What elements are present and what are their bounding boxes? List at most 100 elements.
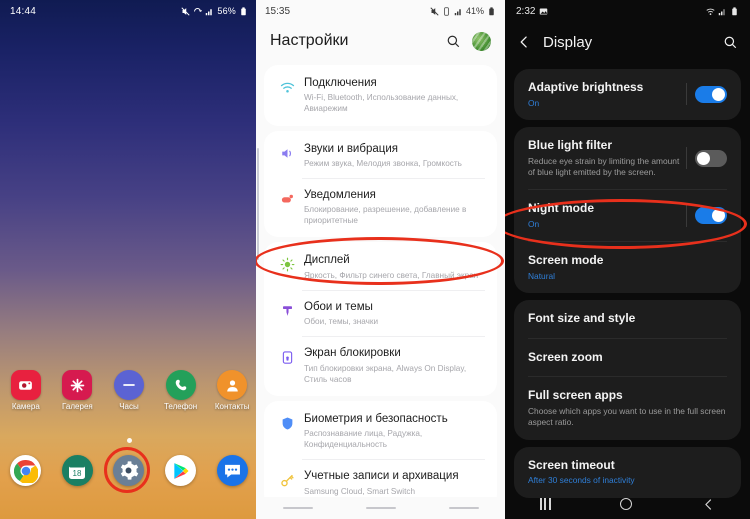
display-row-screen-mode[interactable]: Screen mode Natural <box>514 242 741 293</box>
battery-icon <box>241 6 246 15</box>
play-store-icon[interactable] <box>165 455 197 486</box>
sidebar-item-notifications[interactable]: Уведомления Блокирование, разрешение, до… <box>264 179 497 236</box>
display-status-bar: 2:32 <box>505 0 750 22</box>
app-contacts[interactable]: Контакты <box>208 370 256 412</box>
gallery-icon <box>62 370 93 400</box>
settings-status-bar: 15:35 41% <box>256 0 505 22</box>
settings-status-time: 15:35 <box>265 5 291 17</box>
search-icon[interactable] <box>723 35 738 50</box>
display-card-adaptive-brightness: Adaptive brightness On <box>514 69 741 120</box>
home-battery-percent: 56% <box>217 6 236 16</box>
home-apps-row: Камера Галерея Часы Телефон Контакты <box>0 370 258 412</box>
wifi-icon <box>706 8 715 15</box>
settings-panel: 15:35 41% Настройки Подключения Wi-Fi, B… <box>256 0 505 519</box>
divider <box>686 83 687 106</box>
display-navigation-bar <box>505 489 750 519</box>
calendar-icon[interactable]: 18 <box>61 455 93 486</box>
home-icon[interactable] <box>620 498 633 510</box>
clock-icon <box>113 370 144 400</box>
sidebar-item-biometrics[interactable]: Биометрия и безопасность Распознавание л… <box>264 403 497 460</box>
search-icon[interactable] <box>446 34 461 49</box>
home-status-bar: 14:44 56% <box>0 0 258 22</box>
display-row-screen-zoom[interactable]: Screen zoom <box>514 339 741 377</box>
display-row-night-mode[interactable]: Night mode On <box>514 190 741 241</box>
camera-icon <box>10 370 41 400</box>
lock-icon <box>274 346 300 365</box>
battery-icon <box>732 6 737 15</box>
display-card-blue-light-group: Blue light filter Reduce eye strain by l… <box>514 126 741 294</box>
row-label: Blue light filter <box>528 137 612 152</box>
sidebar-item-label: Дисплей <box>304 254 350 267</box>
display-row-full-screen-apps[interactable]: Full screen apps Choose which apps you w… <box>514 377 741 439</box>
sidebar-item-label: Обои и темы <box>304 300 373 313</box>
divider <box>686 147 687 170</box>
app-phone[interactable]: Телефон <box>157 370 205 412</box>
sidebar-item-connections[interactable]: Подключения Wi-Fi, Bluetooth, Использова… <box>264 67 497 124</box>
app-label: Контакты <box>214 402 250 411</box>
row-label: Screen zoom <box>528 349 603 364</box>
sidebar-item-sub: Тип блокировки экрана, Always On Display… <box>304 363 467 384</box>
rotation-icon <box>444 6 449 16</box>
back-icon[interactable] <box>702 498 715 511</box>
app-label: Галерея <box>62 402 93 411</box>
app-camera[interactable]: Камера <box>2 370 50 412</box>
theme-icon <box>274 300 300 319</box>
chrome-icon[interactable] <box>10 455 42 486</box>
app-clock[interactable]: Часы <box>105 370 153 412</box>
settings-scrollbar[interactable] <box>257 148 259 260</box>
row-sub: On <box>528 218 540 229</box>
display-status-time: 2:32 <box>516 5 536 17</box>
page-title: Display <box>543 33 593 51</box>
notification-icon <box>274 188 300 207</box>
three-phone-screenshot-composite: 14:44 56% Камера Галерея Часы Телефон Ко… <box>0 0 750 519</box>
display-row-blue-light-filter[interactable]: Blue light filter Reduce eye strain by l… <box>514 127 741 189</box>
display-row-font-size-and-style[interactable]: Font size and style <box>514 300 741 338</box>
app-gallery[interactable]: Галерея <box>53 370 101 412</box>
app-label: Часы <box>119 402 139 411</box>
sidebar-item-sub: Samsung Cloud, Smart Switch <box>304 486 416 496</box>
sidebar-item-lockscreen[interactable]: Экран блокировки Тип блокировки экрана, … <box>264 337 497 394</box>
messages-icon[interactable] <box>216 455 248 486</box>
row-sub: Choose which apps you want to use in the… <box>528 405 726 428</box>
settings-header: Настройки <box>256 22 505 60</box>
settings-gear-icon[interactable] <box>113 455 145 486</box>
recents-icon[interactable] <box>282 506 313 510</box>
home-dock: 18 <box>0 455 258 486</box>
row-label: Screen timeout <box>528 457 615 472</box>
avatar[interactable] <box>472 31 491 51</box>
battery-icon <box>489 6 494 15</box>
row-label: Adaptive brightness <box>528 80 644 94</box>
page-indicator-dot <box>126 438 132 443</box>
sidebar-item-sub: Блокирование, разрешение, добавление в п… <box>304 205 467 226</box>
back-arrow-icon[interactable] <box>517 35 531 49</box>
signal-icon <box>454 8 461 15</box>
settings-card-display-group: Дисплей Яркость, Фильтр синего света, Гл… <box>264 242 497 396</box>
row-sub: After 30 seconds of inactivity <box>528 475 635 486</box>
image-icon <box>540 8 548 14</box>
sidebar-item-label: Учетные записи и архивация <box>304 470 459 483</box>
sidebar-item-sub: Wi-Fi, Bluetooth, Использование данных, … <box>304 93 459 114</box>
home-status-time: 14:44 <box>10 5 37 17</box>
blue-light-filter-toggle[interactable] <box>695 149 727 167</box>
night-mode-toggle[interactable] <box>695 207 727 225</box>
row-sub: On <box>528 97 540 108</box>
recents-icon[interactable] <box>539 498 551 510</box>
settings-card-security-group: Биометрия и безопасность Распознавание л… <box>264 400 497 508</box>
home-screen-panel: 14:44 56% Камера Галерея Часы Телефон Ко… <box>0 0 258 519</box>
adaptive-brightness-toggle[interactable] <box>695 85 727 103</box>
back-icon[interactable] <box>448 506 479 510</box>
settings-card-sound-notifications: Звуки и вибрация Режим звука, Мелодия зв… <box>264 130 497 238</box>
sidebar-item-sounds[interactable]: Звуки и вибрация Режим звука, Мелодия зв… <box>264 133 497 178</box>
settings-battery-percent: 41% <box>465 6 484 16</box>
sidebar-item-wallpapers[interactable]: Обои и темы Обои, темы, значки <box>264 291 497 336</box>
phone-icon <box>165 370 196 400</box>
rotation-icon <box>194 7 203 12</box>
sound-icon <box>274 142 300 161</box>
sidebar-item-display[interactable]: Дисплей Яркость, Фильтр синего света, Гл… <box>264 244 497 289</box>
display-status-icons <box>706 6 739 16</box>
sidebar-item-sub: Яркость, Фильтр синего света, Главный эк… <box>304 270 479 280</box>
display-row-adaptive-brightness[interactable]: Adaptive brightness On <box>514 69 741 120</box>
settings-header-actions <box>446 31 491 51</box>
display-settings-panel: 2:32 Display Adaptive brightness On Blue… <box>505 0 750 519</box>
home-icon[interactable] <box>365 506 396 510</box>
